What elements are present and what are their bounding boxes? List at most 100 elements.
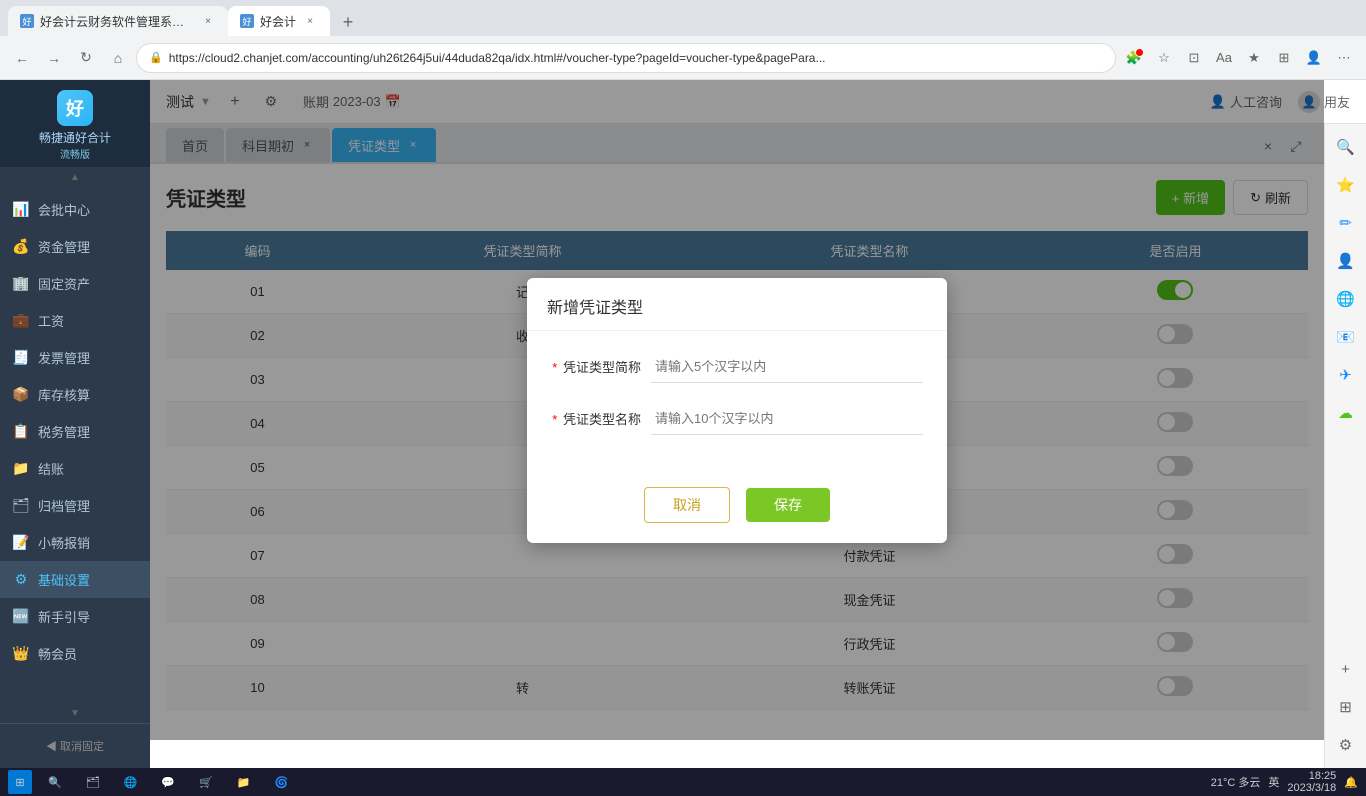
address-bar[interactable]: 🔒 https://cloud2.chanjet.com/accounting/… [136, 43, 1116, 73]
right-search-icon[interactable]: 🔍 [1331, 132, 1361, 162]
taskbar-right: 21°C 多云 英 18:25 2023/3/18 🔔 [1211, 770, 1358, 794]
nav-scroll-up[interactable]: ▲ [0, 167, 150, 187]
sidebar-item-finance[interactable]: 💰 资金管理 [0, 228, 150, 265]
right-plane-icon[interactable]: ✈ [1331, 360, 1361, 390]
taskbar-notification[interactable]: 🔔 [1344, 776, 1358, 789]
nav-scroll-down[interactable]: ▼ [0, 703, 150, 723]
extensions-button[interactable]: 🧩 [1120, 44, 1148, 72]
taskbar-chat[interactable]: 💬 [153, 774, 183, 791]
closing-icon: 📁 [12, 460, 30, 478]
reload-button[interactable]: ↻ [72, 44, 100, 72]
full-name-input[interactable] [651, 403, 923, 435]
right-star-icon[interactable]: ⭐ [1331, 170, 1361, 200]
bookmark-button[interactable]: ☆ [1150, 44, 1178, 72]
sidebar-item-expense[interactable]: 📝 小畅报销 [0, 524, 150, 561]
sidebar-item-label-inventory: 库存核算 [38, 385, 90, 404]
tax-icon: 📋 [12, 423, 30, 441]
taskbar-app[interactable]: 🌀 [266, 774, 296, 791]
back-button[interactable]: ← [8, 44, 36, 72]
new-tab-button[interactable]: + [334, 8, 362, 36]
sidebar-item-label-guide: 新手引导 [38, 607, 90, 626]
sidebar-item-label-tax: 税务管理 [38, 422, 90, 441]
page-content: 凭证类型 + 新增 ↻ 刷新 编码 [150, 164, 1324, 768]
sidebar: 好 畅捷通好合计 流畅版 ▲ 📊 会批中心 💰 资金管理 🏢 固定资产 💼 工资 [0, 80, 150, 768]
modal-header: 新增凭证类型 [527, 278, 947, 331]
tab-close-1[interactable]: × [200, 13, 216, 29]
logo-text: 畅捷通好合计 [39, 129, 111, 146]
sidebar-item-label-closing: 结账 [38, 459, 64, 478]
finance-icon: 💰 [12, 238, 30, 256]
browser-tab-2[interactable]: 好 好会计 × [228, 6, 330, 36]
save-button[interactable]: 保存 [746, 488, 830, 522]
taskbar-folder[interactable]: 📁 [229, 774, 259, 791]
sidebar-item-payroll[interactable]: 💼 工资 [0, 302, 150, 339]
form-row-short-name: * 凭证类型简称 [551, 351, 923, 383]
cancel-pin-button[interactable]: ◀ 取消固定 [0, 732, 150, 760]
taskbar-lang: 英 [1268, 774, 1279, 790]
right-cloud-icon[interactable]: ☁ [1331, 398, 1361, 428]
sidebar-item-label-payroll: 工资 [38, 311, 64, 330]
more-button[interactable]: ⋯ [1330, 44, 1358, 72]
required-mark-1: * [552, 360, 557, 375]
sidebar-item-inventory[interactable]: 📦 库存核算 [0, 376, 150, 413]
tab-favicon-1: 好 [20, 14, 34, 28]
full-name-label-text: 凭证类型名称 [563, 412, 641, 427]
taskbar-search[interactable]: 🔍 [40, 774, 70, 791]
tab-title-1: 好会计云财务软件管理系统_会计 [40, 13, 194, 30]
taskbar-browser[interactable]: 🌐 [116, 774, 146, 791]
taskbar: ⊞ 🔍 🗂 🌐 💬 🛒 📁 🌀 21°C 多云 英 18:25 2023/3/1… [0, 768, 1366, 796]
tab-search-button[interactable]: ⊡ [1180, 44, 1208, 72]
sidebar-item-label-archive: 归档管理 [38, 496, 90, 515]
home-button[interactable]: ⌂ [104, 44, 132, 72]
profile-button[interactable]: 👤 [1300, 44, 1328, 72]
full-name-label: * 凭证类型名称 [551, 409, 651, 428]
right-edit-icon[interactable]: ✏ [1331, 208, 1361, 238]
sidebar-logo: 好 畅捷通好合计 流畅版 [0, 80, 150, 167]
sidebar-item-guide[interactable]: 🆕 新手引导 [0, 598, 150, 635]
logo-badge: 流畅版 [60, 146, 90, 161]
invoice-icon: 🧾 [12, 349, 30, 367]
sidebar-item-invoice[interactable]: 🧾 发票管理 [0, 339, 150, 376]
sidebar-item-closing[interactable]: 📁 结账 [0, 450, 150, 487]
sidebar-item-assets[interactable]: 🏢 固定资产 [0, 265, 150, 302]
right-person-icon[interactable]: 👤 [1331, 246, 1361, 276]
reading-mode-button[interactable]: Aa [1210, 44, 1238, 72]
sidebar-item-settings[interactable]: ⚙ 基础设置 [0, 561, 150, 598]
form-row-full-name: * 凭证类型名称 [551, 403, 923, 435]
right-mail-icon[interactable]: 📧 [1331, 322, 1361, 352]
logo-icon: 好 [57, 90, 93, 126]
sidebar-item-label-member: 畅会员 [38, 644, 77, 663]
taskbar-files[interactable]: 🗂 [78, 774, 108, 791]
sidebar-item-archive[interactable]: 🗂 归档管理 [0, 487, 150, 524]
taskbar-start-button[interactable]: ⊞ [8, 770, 32, 794]
right-sidebar: 🔍 ⭐ ✏ 👤 🌐 📧 ✈ ☁ + ⊞ ⚙ [1324, 124, 1366, 768]
right-add-icon[interactable]: + [1331, 654, 1361, 684]
taskbar-time: 18:25 2023/3/18 [1287, 770, 1336, 794]
sidebar-item-member[interactable]: 👑 畅会员 [0, 635, 150, 672]
cancel-pin-label: ◀ 取消固定 [46, 738, 104, 754]
modal-body: * 凭证类型简称 * 凭证类型名称 [527, 331, 947, 475]
required-mark-2: * [552, 412, 557, 427]
sidebar-item-tax[interactable]: 📋 税务管理 [0, 413, 150, 450]
cancel-button[interactable]: 取消 [644, 487, 730, 523]
forward-button[interactable]: → [40, 44, 68, 72]
favorites-button[interactable]: ★ [1240, 44, 1268, 72]
tab-close-2[interactable]: × [302, 13, 318, 29]
short-name-input[interactable] [651, 351, 923, 383]
sidebar-item-dashboard[interactable]: 📊 会批中心 [0, 191, 150, 228]
browser-tab-1[interactable]: 好 好会计云财务软件管理系统_会计 × [8, 6, 228, 36]
assets-icon: 🏢 [12, 275, 30, 293]
taskbar-store[interactable]: 🛒 [191, 774, 221, 791]
modal-overlay: 新增凭证类型 * 凭证类型简称 [150, 164, 1324, 740]
sidebar-item-label-settings: 基础设置 [38, 570, 90, 589]
right-gear-icon[interactable]: ⚙ [1331, 730, 1361, 760]
modal-dialog: 新增凭证类型 * 凭证类型简称 [527, 278, 947, 543]
dashboard-icon: 📊 [12, 201, 30, 219]
short-name-label: * 凭证类型简称 [551, 357, 651, 376]
right-grid-icon[interactable]: ⊞ [1331, 692, 1361, 722]
modal-title: 新增凭证类型 [547, 300, 643, 317]
payroll-icon: 💼 [12, 312, 30, 330]
collections-button[interactable]: ⊞ [1270, 44, 1298, 72]
right-globe-icon[interactable]: 🌐 [1331, 284, 1361, 314]
tab-favicon-2: 好 [240, 14, 254, 28]
